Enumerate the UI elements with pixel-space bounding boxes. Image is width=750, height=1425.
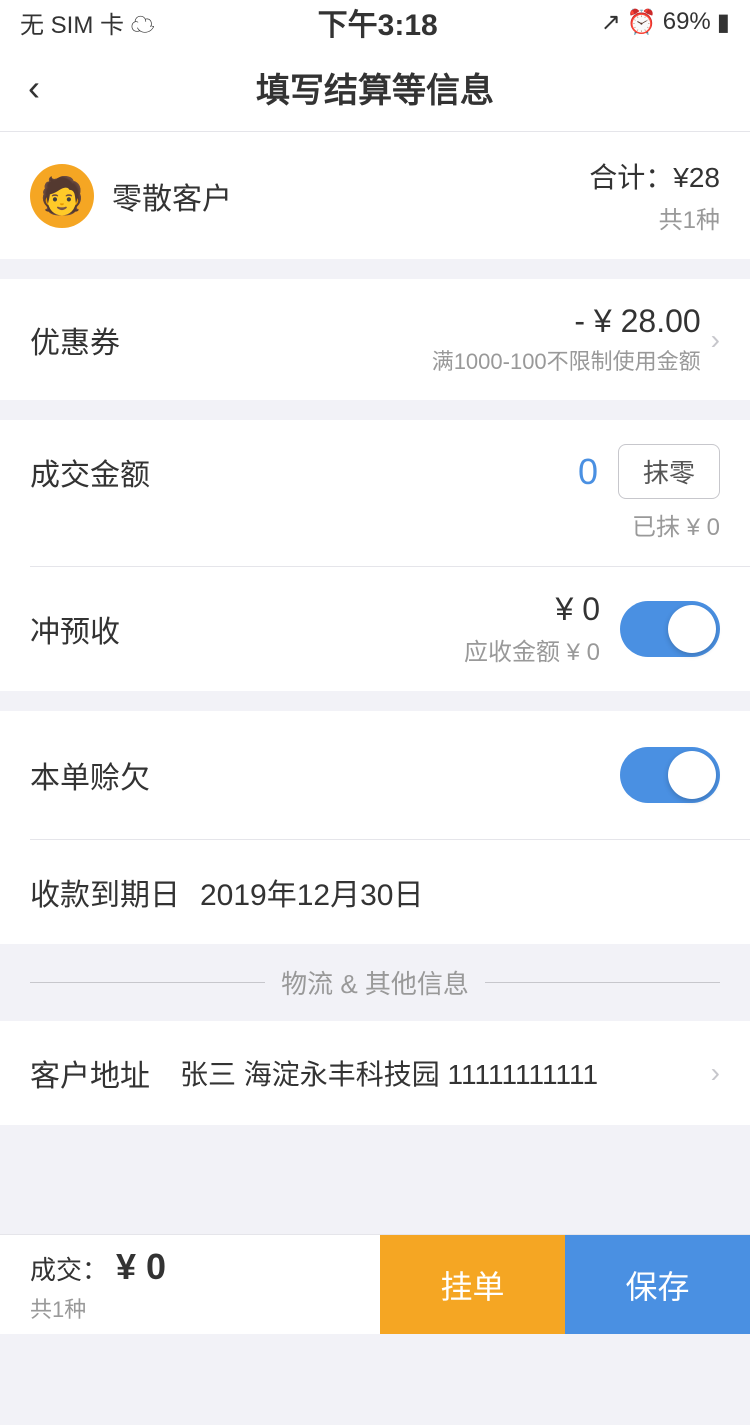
battery-level: 69% [663,8,711,36]
debt-toggle-knob [668,751,716,799]
total-count: 共1种 [589,200,720,235]
avatar-icon: 🧑 [40,175,85,217]
divider-2 [0,400,750,420]
amount-right: 0 抹零 [538,444,720,499]
prereceive-row: 冲预收 ¥ 0 应收金额 ¥ 0 [30,591,720,667]
divider-1 [0,259,750,279]
customer-total: 合计：¥28 共1种 [589,156,720,235]
coupon-section: 优惠券 - ¥ 28.00 满1000-100不限制使用金额 › [0,279,750,400]
sep-line-left [30,982,265,983]
battery-icon: ▮ [717,8,730,37]
back-button[interactable]: ‹ [28,67,40,109]
duedate-label: 收款到期日 [30,870,180,914]
alarm-icon: ⏰ [627,8,657,37]
duedate-row: 收款到期日 2019年12月30日 [30,870,720,914]
save-button[interactable]: 保存 [565,1235,750,1334]
logistics-label: 物流 & 其他信息 [281,964,469,1001]
round-button[interactable]: 抹零 [618,444,720,499]
address-content: 张三 海淀永丰科技园 11111111111 [180,1053,711,1093]
customer-section: 🧑 零散客户 合计：¥28 共1种 [0,132,750,259]
amount-section: 成交金额 0 抹零 已抹 ¥ 0 [0,420,750,566]
sep-line-right [485,982,720,983]
status-bar: 无 SIM 卡 ☁ 下午3:18 ↗ ⏰ 69% ▮ [0,0,750,44]
status-time: 下午3:18 [318,0,438,44]
coupon-info: - ¥ 28.00 满1000-100不限制使用金额 [432,303,701,376]
bottom-count: 共1种 [30,1292,350,1324]
prereceive-section: 冲预收 ¥ 0 应收金额 ¥ 0 [0,567,750,691]
debt-row: 本单赊欠 [0,711,750,839]
prereceive-amount: ¥ 0 [464,591,600,628]
debt-section: 本单赊欠 收款到期日 2019年12月30日 [0,711,750,944]
chevron-right-icon: › [711,324,720,356]
coupon-label: 优惠券 [30,318,120,362]
divider-3 [0,691,750,711]
debt-label: 本单赊欠 [30,753,150,797]
amount-row: 成交金额 0 抹零 [30,444,720,499]
customer-left: 🧑 零散客户 [30,164,232,228]
total-amount: 合计：¥28 [589,156,720,196]
customer-name: 零散客户 [112,174,232,218]
prereceive-right: ¥ 0 应收金额 ¥ 0 [464,591,720,667]
coupon-row[interactable]: 优惠券 - ¥ 28.00 满1000-100不限制使用金额 › [0,279,750,400]
prereceive-toggle[interactable] [620,601,720,657]
bottom-info: 成交： ¥ 0 共1种 [0,1235,380,1334]
duedate-value[interactable]: 2019年12月30日 [200,870,423,914]
bottom-bar: 成交： ¥ 0 共1种 挂单 保存 [0,1234,750,1334]
sim-status: 无 SIM 卡 ☁ [20,5,155,40]
bottom-deal-label: 成交： [30,1250,108,1287]
coupon-right: - ¥ 28.00 满1000-100不限制使用金额 › [432,303,720,376]
customer-row: 🧑 零散客户 合计：¥28 共1种 [0,132,750,259]
amount-label: 成交金额 [30,450,150,494]
debt-toggle[interactable] [620,747,720,803]
amount-sub: 已抹 ¥ 0 [30,507,720,542]
nav-bar: ‹ 填写结算等信息 [0,44,750,132]
status-left: 无 SIM 卡 ☁ [20,5,155,40]
prereceive-amount-wrap: ¥ 0 应收金额 ¥ 0 [464,591,600,667]
duedate-section: 收款到期日 2019年12月30日 [0,840,750,944]
toggle-knob [668,605,716,653]
hold-button[interactable]: 挂单 [380,1235,565,1334]
transaction-section: 成交金额 0 抹零 已抹 ¥ 0 冲预收 ¥ 0 应收金额 ¥ 0 [0,420,750,691]
logistics-separator: 物流 & 其他信息 [0,944,750,1021]
status-right: ↗ ⏰ 69% ▮ [601,8,730,37]
address-chevron-icon: › [711,1057,720,1089]
prereceive-sub: 应收金额 ¥ 0 [464,632,600,667]
address-section: 客户地址 张三 海淀永丰科技园 11111111111 › [0,1021,750,1125]
address-label: 客户地址 [30,1051,150,1095]
amount-value[interactable]: 0 [538,451,598,493]
coupon-amount: - ¥ 28.00 [432,303,701,340]
address-row[interactable]: 客户地址 张三 海淀永丰科技园 11111111111 › [0,1021,750,1125]
coupon-desc: 满1000-100不限制使用金额 [432,344,701,376]
location-icon: ↗ [601,8,621,37]
avatar: 🧑 [30,164,94,228]
bottom-deal-amount: ¥ 0 [116,1246,166,1288]
bottom-deal: 成交： ¥ 0 [30,1246,350,1288]
page-title: 填写结算等信息 [256,63,494,112]
prereceive-label: 冲预收 [30,607,120,651]
